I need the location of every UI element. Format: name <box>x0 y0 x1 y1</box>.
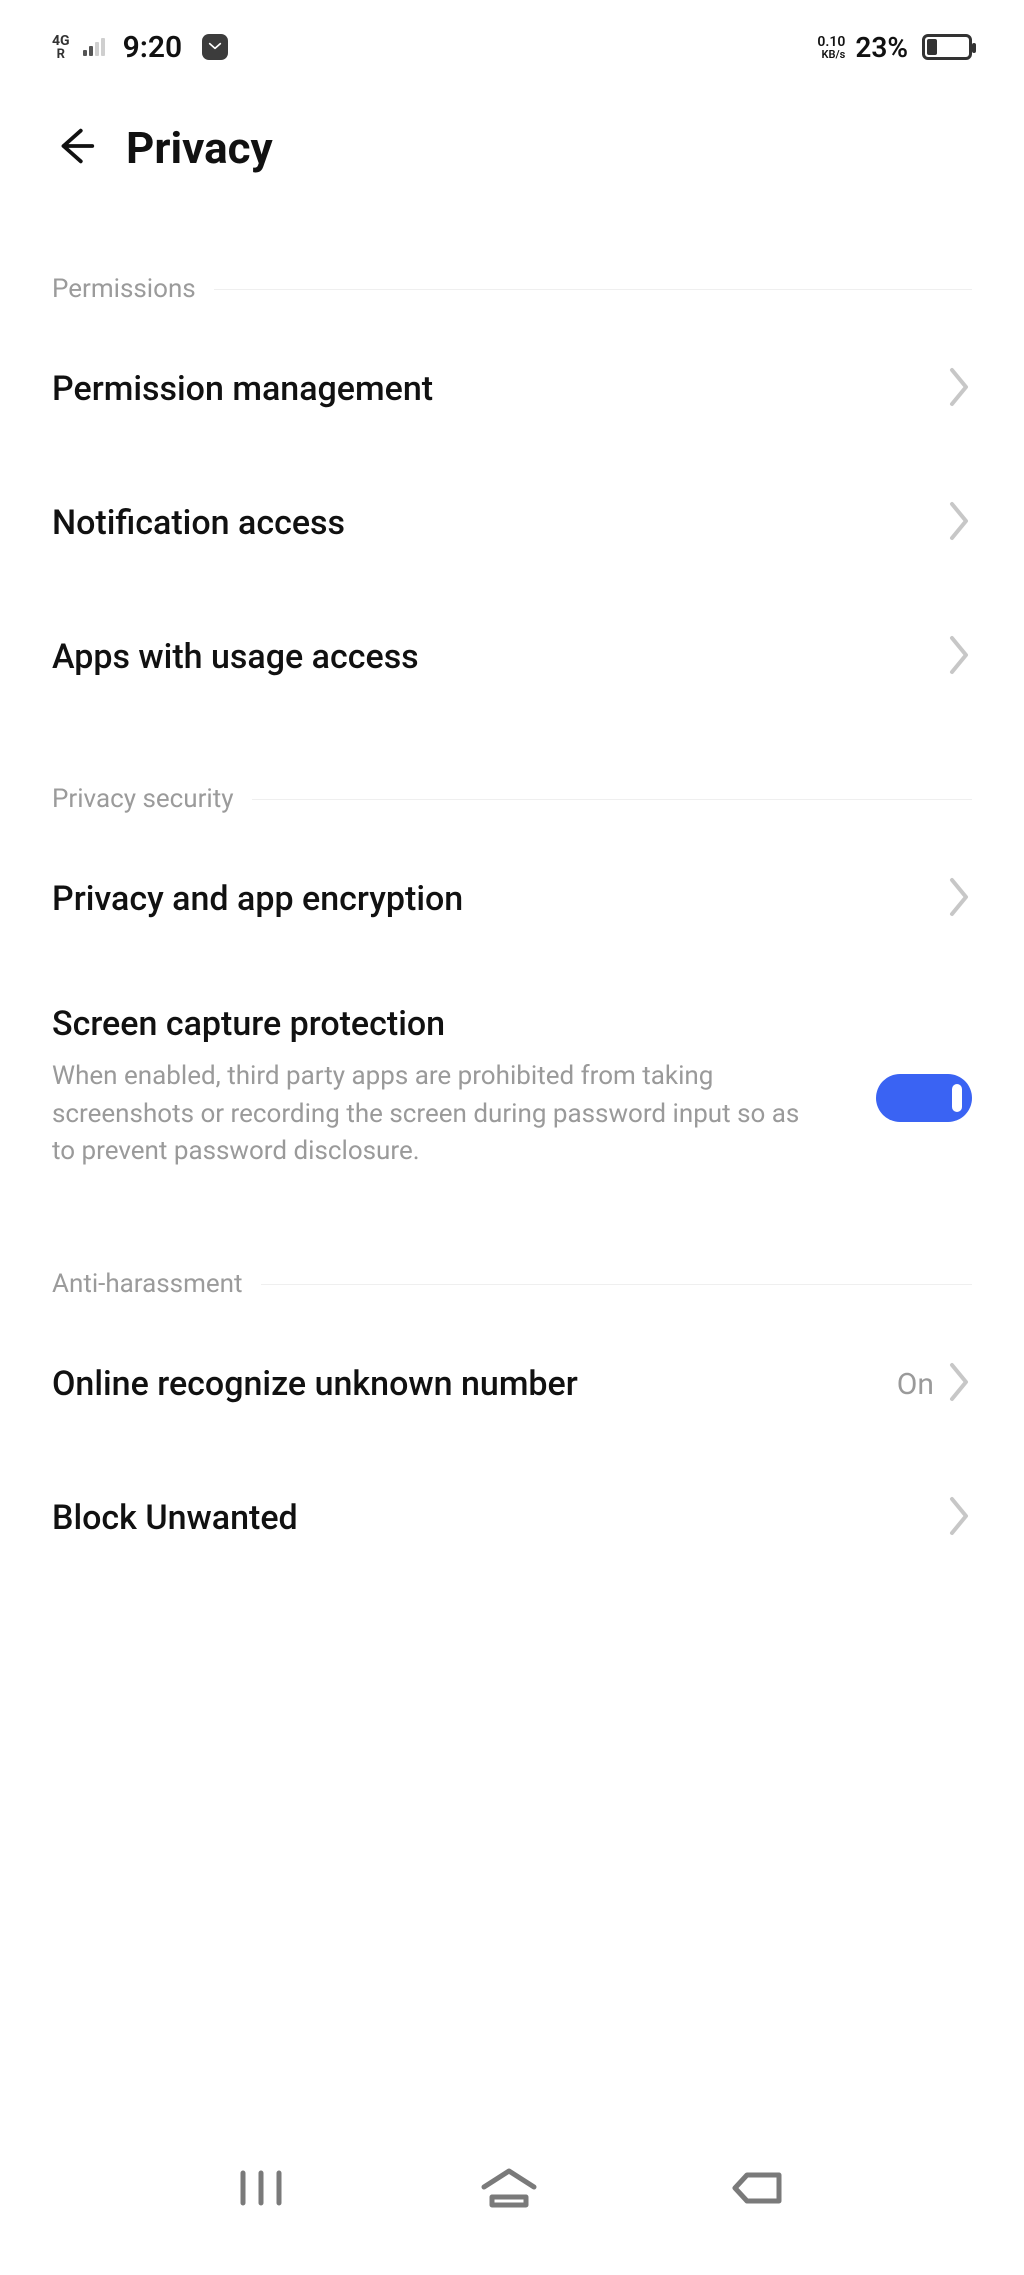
section-label: Permissions <box>52 274 196 304</box>
row-label: Screen capture protection <box>52 1004 812 1044</box>
recents-button[interactable] <box>233 2167 289 2213</box>
row-online-recognize-unknown[interactable]: Online recognize unknown number On <box>0 1317 1024 1451</box>
divider <box>261 1284 972 1285</box>
row-label: Notification access <box>52 503 345 543</box>
divider <box>252 799 972 800</box>
chevron-right-icon <box>948 1495 972 1541</box>
clock: 9:20 <box>123 30 183 65</box>
data-speed-indicator: 0.10 KB/s <box>817 35 845 60</box>
row-label: Privacy and app encryption <box>52 879 463 919</box>
row-label: Apps with usage access <box>52 637 419 677</box>
row-description: When enabled, third party apps are prohi… <box>52 1058 812 1171</box>
chevron-right-icon <box>948 500 972 546</box>
row-value: On <box>897 1367 934 1402</box>
toggle-knob <box>952 1084 962 1112</box>
section-label: Privacy security <box>52 784 234 814</box>
row-block-unwanted[interactable]: Block Unwanted <box>0 1451 1024 1585</box>
data-speed-value: 0.10 <box>817 35 845 49</box>
network-type: 4G <box>52 34 70 48</box>
section-header-permissions: Permissions <box>0 214 1024 322</box>
row-apps-usage-access[interactable]: Apps with usage access <box>0 590 1024 724</box>
data-speed-unit: KB/s <box>822 49 846 60</box>
signal-bars-icon <box>83 38 105 56</box>
chevron-right-icon <box>948 876 972 922</box>
chevron-right-icon <box>948 366 972 412</box>
section-header-privacy-security: Privacy security <box>0 724 1024 832</box>
row-notification-access[interactable]: Notification access <box>0 456 1024 590</box>
status-right: 0.10 KB/s 23% <box>817 31 972 64</box>
chevron-right-icon <box>948 1361 972 1407</box>
row-privacy-app-encryption[interactable]: Privacy and app encryption <box>0 832 1024 966</box>
section-header-anti-harassment: Anti-harassment <box>0 1209 1024 1317</box>
section-label: Anti-harassment <box>52 1269 243 1299</box>
row-label: Block Unwanted <box>52 1498 298 1538</box>
back-nav-button[interactable] <box>729 2165 791 2215</box>
chevron-right-icon <box>948 634 972 680</box>
row-label: Online recognize unknown number <box>52 1364 578 1404</box>
status-bar: 4G R 9:20 0.10 KB/s 23% <box>0 0 1024 72</box>
row-permission-management[interactable]: Permission management <box>0 322 1024 456</box>
home-button[interactable] <box>474 2165 544 2215</box>
page-header: Privacy <box>0 72 1024 214</box>
back-button[interactable] <box>52 123 98 173</box>
status-left: 4G R 9:20 <box>52 30 228 65</box>
page-title: Privacy <box>126 122 273 174</box>
battery-icon <box>922 34 972 60</box>
screen-capture-toggle[interactable] <box>876 1074 972 1122</box>
network-indicator: 4G R <box>52 34 70 61</box>
notification-badge-icon <box>202 34 228 60</box>
battery-percentage: 23% <box>855 31 908 64</box>
row-label: Permission management <box>52 369 433 409</box>
roaming-indicator: R <box>57 48 65 61</box>
divider <box>214 289 972 290</box>
system-navbar <box>0 2135 1024 2275</box>
row-screen-capture-protection: Screen capture protection When enabled, … <box>0 966 1024 1209</box>
